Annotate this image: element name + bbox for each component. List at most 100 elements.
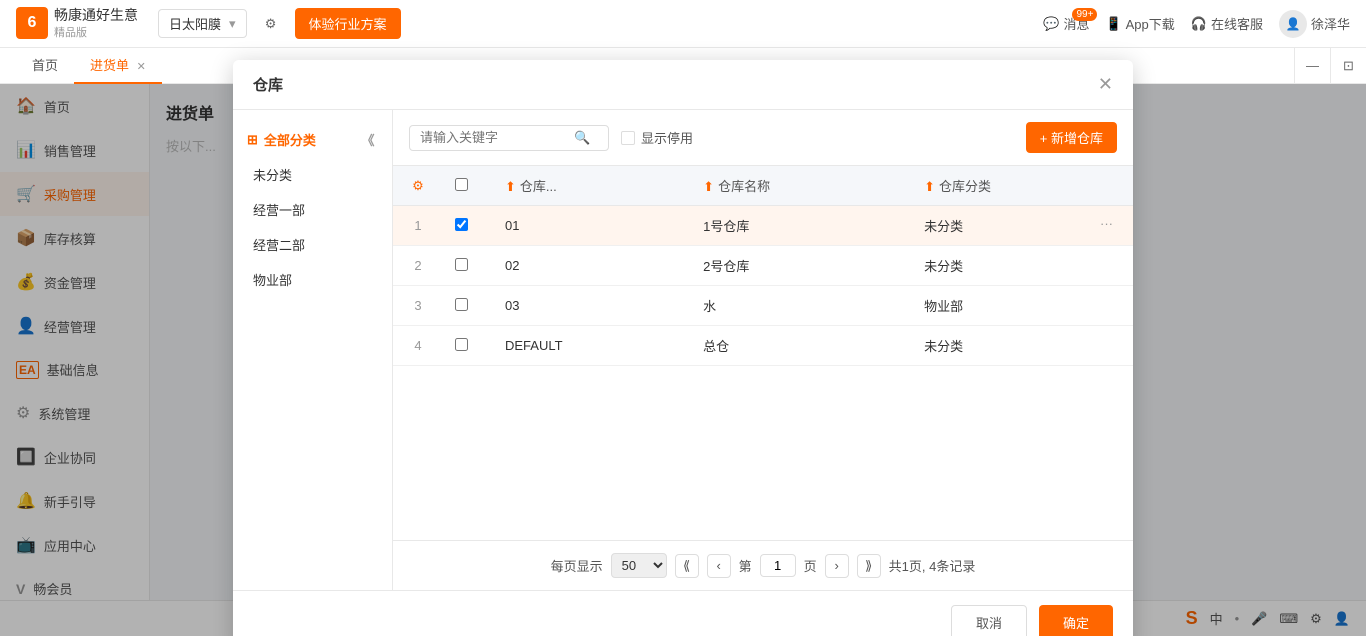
brand-sub: 精品版 <box>54 24 138 40</box>
warehouse-table-wrap: ⚙ ⬆仓库... ⬆仓库名称 <box>393 166 1133 540</box>
row-name: 水 <box>691 286 912 326</box>
modal-footer: 取消 确定 <box>233 590 1133 636</box>
tab-home[interactable]: 首页 <box>16 47 74 84</box>
row-checkbox-cell <box>443 286 493 326</box>
tab-home-label: 首页 <box>32 58 58 73</box>
modal-close-button[interactable]: ✕ <box>1098 74 1113 95</box>
category-header-label: 全部分类 <box>264 130 316 149</box>
row-checkbox-cell <box>443 246 493 286</box>
show-disabled-checkbox[interactable] <box>621 131 635 145</box>
row-checkbox-cell <box>443 206 493 246</box>
sort-icon: ⬆ <box>505 179 516 194</box>
page-suffix: 页 <box>804 556 817 575</box>
table-settings-icon[interactable]: ⚙ <box>412 178 424 193</box>
row-checkbox[interactable] <box>455 258 468 271</box>
page-prev-button[interactable]: ‹ <box>707 554 731 578</box>
header-right: 💬 消息 99+ 📱 App下载 🎧 在线客服 👤 徐泽华 <box>1043 10 1350 38</box>
row-code: 01 <box>493 206 691 246</box>
row-code: 03 <box>493 286 691 326</box>
row-checkbox[interactable] <box>455 218 468 231</box>
row-more-button[interactable]: ··· <box>1100 216 1113 231</box>
page-input[interactable] <box>760 554 796 577</box>
message-icon: 💬 <box>1043 16 1059 32</box>
category-header: ⊞ 全部分类 《 <box>233 122 392 157</box>
trial-button[interactable]: 体验行业方案 <box>295 8 401 39</box>
row-category: 未分类 <box>912 326 1133 366</box>
row-name: 1号仓库 <box>691 206 912 246</box>
row-checkbox-cell <box>443 326 493 366</box>
page-last-button[interactable]: ⟫ <box>857 554 881 578</box>
category-item-unclassified[interactable]: 未分类 <box>233 157 392 192</box>
tab-close-icon[interactable]: ✕ <box>137 61 146 73</box>
row-name: 2号仓库 <box>691 246 912 286</box>
row-num: 2 <box>393 246 443 286</box>
modal-body: ⊞ 全部分类 《 未分类 经营一部 经营二部 物业部 🔍 <box>233 110 1133 590</box>
col-checkbox <box>443 166 493 206</box>
table-row[interactable]: 2 02 2号仓库 未分类 <box>393 246 1133 286</box>
message-button[interactable]: 💬 消息 99+ <box>1043 14 1089 33</box>
service-button[interactable]: 🎧 在线客服 <box>1191 14 1263 33</box>
sort-icon-2: ⬆ <box>703 179 714 194</box>
headset-icon: 🎧 <box>1191 16 1207 32</box>
row-checkbox[interactable] <box>455 298 468 311</box>
col-code: ⬆仓库... <box>493 166 691 206</box>
cancel-button[interactable]: 取消 <box>951 605 1027 636</box>
collapse-button[interactable]: 《 <box>358 130 378 149</box>
confirm-button[interactable]: 确定 <box>1039 605 1113 636</box>
brand-icon: 6 <box>16 7 48 39</box>
tab-purchase-order[interactable]: 进货单 ✕ <box>74 47 162 84</box>
row-num: 1 <box>393 206 443 246</box>
tab-actions: — ⊡ <box>1294 48 1366 84</box>
col-settings: ⚙ <box>393 166 443 206</box>
row-category: 未分类··· <box>912 206 1133 246</box>
brand-name: 畅康通好生意 <box>54 7 138 24</box>
add-warehouse-button[interactable]: + 新增仓库 <box>1026 122 1117 153</box>
table-row[interactable]: 4 DEFAULT 总仓 未分类 <box>393 326 1133 366</box>
tab-purchase-label: 进货单 <box>90 58 129 73</box>
row-num: 3 <box>393 286 443 326</box>
chevron-down-icon: ▾ <box>229 16 236 32</box>
app-icon: 📱 <box>1105 16 1121 32</box>
page-size-label: 每页显示 <box>551 556 603 575</box>
avatar: 👤 <box>1279 10 1307 38</box>
user-name: 徐泽华 <box>1311 14 1350 33</box>
modal-header: 仓库 ✕ <box>233 60 1133 110</box>
table-row[interactable]: 3 03 水 物业部 <box>393 286 1133 326</box>
grid-icon: ⊞ <box>247 132 258 148</box>
category-item-ops1[interactable]: 经营一部 <box>233 192 392 227</box>
row-category: 物业部 <box>912 286 1133 326</box>
page-next-button[interactable]: › <box>825 554 849 578</box>
search-input[interactable] <box>420 130 570 145</box>
app-download-button[interactable]: 📱 App下载 <box>1105 14 1174 33</box>
warehouse-modal: 仓库 ✕ ⊞ 全部分类 《 未分类 经营一部 经营二部 物业部 <box>233 60 1133 636</box>
store-selector[interactable]: 日太阳膜 ▾ <box>158 9 247 38</box>
select-all-checkbox[interactable] <box>455 178 468 191</box>
category-item-ops2[interactable]: 经营二部 <box>233 227 392 262</box>
pagination: 每页显示 50 100 200 ⟪ ‹ 第 页 › ⟫ 共1页, 4条记录 <box>393 540 1133 590</box>
row-code: 02 <box>493 246 691 286</box>
store-name: 日太阳膜 <box>169 14 221 33</box>
tab-maximize-button[interactable]: ⊡ <box>1330 48 1366 84</box>
sort-icon-3: ⬆ <box>924 179 935 194</box>
page-size-select[interactable]: 50 100 200 <box>611 553 667 578</box>
col-category: ⬆仓库分类 <box>912 166 1133 206</box>
total-label: 共1页, 4条记录 <box>889 556 976 575</box>
service-label: 在线客服 <box>1211 14 1263 33</box>
category-item-property[interactable]: 物业部 <box>233 262 392 297</box>
tab-minimize-button[interactable]: — <box>1294 48 1330 84</box>
search-icon[interactable]: 🔍 <box>574 130 590 146</box>
row-checkbox[interactable] <box>455 338 468 351</box>
settings-icon[interactable]: ⚙ <box>255 8 287 40</box>
page-label: 第 <box>739 556 752 575</box>
search-bar: 🔍 显示停用 + 新增仓库 <box>393 110 1133 166</box>
table-row[interactable]: 1 01 1号仓库 未分类··· <box>393 206 1133 246</box>
warehouse-table: ⚙ ⬆仓库... ⬆仓库名称 <box>393 166 1133 366</box>
user-menu[interactable]: 👤 徐泽华 <box>1279 10 1350 38</box>
row-category: 未分类 <box>912 246 1133 286</box>
show-disabled-toggle[interactable]: 显示停用 <box>621 128 693 147</box>
show-disabled-label: 显示停用 <box>641 128 693 147</box>
top-header: 6 畅康通好生意 精品版 日太阳膜 ▾ ⚙ 体验行业方案 💬 消息 99+ 📱 … <box>0 0 1366 48</box>
row-num: 4 <box>393 326 443 366</box>
page-first-button[interactable]: ⟪ <box>675 554 699 578</box>
category-sidebar: ⊞ 全部分类 《 未分类 经营一部 经营二部 物业部 <box>233 110 393 590</box>
